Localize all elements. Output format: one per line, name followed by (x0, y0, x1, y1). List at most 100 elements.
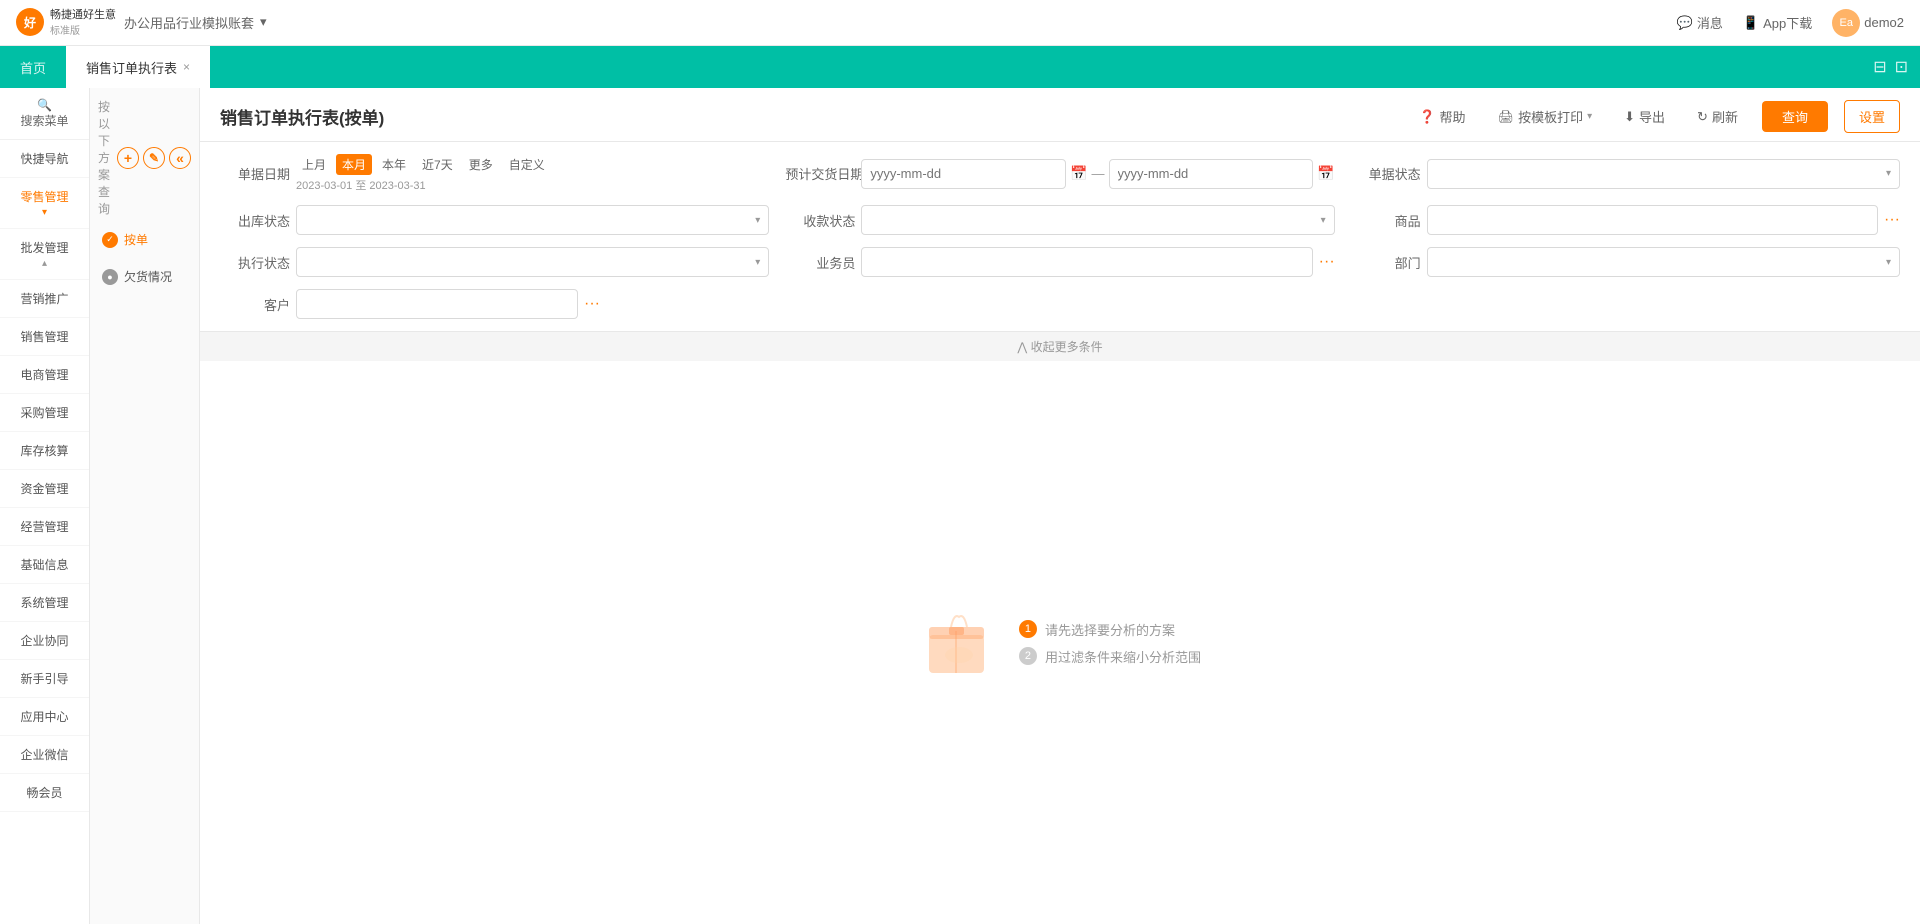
delivery-status-select[interactable]: ▾ (296, 205, 769, 235)
sidebar-item-member[interactable]: 畅会员 (0, 774, 89, 812)
filter-group-customer: 客户 ··· (220, 289, 600, 319)
sidebar-item-sales[interactable]: 销售管理 (0, 318, 89, 356)
tab-home[interactable]: 首页 (0, 46, 66, 88)
sidebar-system-label: 系统管理 (20, 594, 68, 611)
customer-input[interactable] (296, 289, 578, 319)
sidebar-item-app-center[interactable]: 应用中心 (0, 698, 89, 736)
sidebar-operation-label: 经营管理 (20, 518, 68, 535)
help-icon: ❓ (1419, 109, 1435, 125)
sidebar-item-guide[interactable]: 新手引导 (0, 660, 89, 698)
execution-status-label: 执行状态 (220, 253, 290, 272)
top-bar: 好 畅捷通好生意 标准版 办公用品行业模拟账套 ▾ 💬 消息 📱 App下载 E… (0, 0, 1920, 46)
status-select-arrow: ▾ (1886, 168, 1891, 179)
shortcut-custom[interactable]: 自定义 (503, 154, 551, 175)
sidebar-marketing-label: 营销推广 (20, 290, 68, 307)
payment-status-select[interactable]: ▾ (861, 205, 1334, 235)
customer-more-icon[interactable]: ··· (584, 295, 600, 313)
expected-delivery-to[interactable] (1109, 159, 1314, 189)
sidebar-item-wholesale[interactable]: 批发管理 ▴ (0, 229, 89, 280)
tab-minimize-icon[interactable]: ⊟ (1873, 57, 1886, 77)
shortcut-last-7-days[interactable]: 近7天 (416, 154, 459, 175)
collapse-label: 收起更多条件 (1031, 340, 1103, 354)
sidebar-item-enterprise[interactable]: 企业协同 (0, 622, 89, 660)
add-schema-button[interactable]: + (117, 147, 139, 169)
filter-group-payment-status: 收款状态 ▾ (785, 205, 1334, 235)
salesperson-label: 业务员 (785, 253, 855, 272)
edit-schema-button[interactable]: ✎ (143, 147, 165, 169)
sub-sidebar-item-backorder[interactable]: ● 欠货情况 (90, 258, 199, 295)
avatar-initials: Ea (1840, 17, 1853, 29)
sidebar-item-operation[interactable]: 经营管理 (0, 508, 89, 546)
salesperson-input[interactable] (861, 247, 1312, 277)
filter-group-department: 部门 ▾ (1351, 247, 1900, 277)
status-label: 单据状态 (1351, 164, 1421, 183)
hint-text-1: 请先选择要分析的方案 (1045, 620, 1175, 639)
sidebar-item-purchase[interactable]: 采购管理 (0, 394, 89, 432)
sidebar-item-ecommerce[interactable]: 电商管理 (0, 356, 89, 394)
export-button[interactable]: ⬇ 导出 (1616, 103, 1673, 130)
date-range-display: 2023-03-01 至 2023-03-31 (296, 177, 769, 193)
status-select[interactable]: ▾ (1427, 159, 1900, 189)
app-title-bar[interactable]: 办公用品行业模拟账套 ▾ (124, 13, 267, 32)
settings-button[interactable]: 设置 (1844, 100, 1900, 133)
sub-sidebar-item-by-order[interactable]: ✓ 按单 (90, 221, 199, 258)
shortcut-more[interactable]: 更多 (463, 154, 499, 175)
logo-text-area: 畅捷通好生意 标准版 (50, 8, 116, 37)
date-shortcuts: 上月 本月 本年 近7天 更多 自定义 (296, 154, 769, 175)
user-area[interactable]: Ea demo2 (1832, 9, 1904, 37)
tab-close-icon[interactable]: × (183, 60, 190, 74)
app-download-button[interactable]: 📱 App下载 (1743, 13, 1812, 32)
sidebar-app-center-label: 应用中心 (20, 708, 68, 725)
page-actions: ❓ 帮助 🖨 按模板打印 ▾ ⬇ 导出 ↻ 刷新 查询 设置 (1411, 100, 1900, 133)
execution-status-select[interactable]: ▾ (296, 247, 769, 277)
print-label: 按模板打印 (1518, 107, 1583, 126)
filter-area: 单据日期 上月 本月 本年 近7天 更多 自定义 2023-03-01 至 20… (200, 142, 1920, 331)
sidebar-item-inventory[interactable]: 库存核算 (0, 432, 89, 470)
sidebar-wechat-label: 企业微信 (20, 746, 68, 763)
refresh-button[interactable]: ↻ 刷新 (1689, 103, 1746, 130)
salesperson-more-icon[interactable]: ··· (1319, 253, 1335, 271)
filter-group-goods: 商品 ··· (1351, 205, 1900, 235)
help-button[interactable]: ❓ 帮助 (1411, 103, 1473, 130)
user-name: demo2 (1864, 15, 1904, 30)
sidebar-item-system[interactable]: 系统管理 (0, 584, 89, 622)
calendar-icon-from[interactable]: 📅 (1070, 165, 1087, 182)
collapse-icon: ⋀ (1017, 340, 1030, 354)
shortcut-this-month[interactable]: 本月 (336, 154, 372, 175)
calendar-icon-to[interactable]: 📅 (1317, 165, 1334, 182)
sidebar-item-finance[interactable]: 资金管理 (0, 470, 89, 508)
query-button[interactable]: 查询 (1762, 101, 1828, 132)
empty-state: 1 请先选择要分析的方案 2 用过滤条件来缩小分析范围 (919, 603, 1201, 683)
refresh-label: 刷新 (1712, 107, 1738, 126)
sidebar-wholesale-arrow: ▴ (42, 258, 47, 269)
print-button[interactable]: 🖨 按模板打印 ▾ (1490, 103, 1601, 130)
sidebar-item-marketing[interactable]: 营销推广 (0, 280, 89, 318)
collapse-schema-button[interactable]: « (169, 147, 191, 169)
goods-input[interactable] (1427, 205, 1878, 235)
shortcut-last-month[interactable]: 上月 (296, 154, 332, 175)
sub-sidebar: 按以下方案查询 + ✎ « ✓ 按单 ● 欠货情况 (90, 88, 200, 924)
filter-group-execution-status: 执行状态 ▾ (220, 247, 769, 277)
expected-delivery-from[interactable] (861, 159, 1066, 189)
goods-label: 商品 (1351, 211, 1421, 230)
sidebar-retail-arrow: ▾ (42, 207, 47, 218)
tab-maximize-icon[interactable]: ⊡ (1895, 57, 1908, 77)
customer-label: 客户 (220, 295, 290, 314)
date-sep: — (1092, 166, 1105, 181)
tab-sales-order[interactable]: 销售订单执行表 × (66, 46, 210, 88)
sidebar-search[interactable]: 🔍 搜索菜单 (0, 88, 89, 140)
refresh-icon: ↻ (1697, 109, 1708, 125)
collapse-bar[interactable]: ⋀ 收起更多条件 (200, 331, 1920, 361)
goods-more-icon[interactable]: ··· (1884, 211, 1900, 229)
sidebar-item-quick-nav[interactable]: 快捷导航 (0, 140, 89, 178)
filter-group-expected-delivery: 预计交货日期 📅 — 📅 (785, 159, 1334, 189)
sidebar-item-wechat[interactable]: 企业微信 (0, 736, 89, 774)
shortcut-this-year[interactable]: 本年 (376, 154, 412, 175)
app-title-arrow: ▾ (260, 14, 267, 30)
empty-hint-2: 2 用过滤条件来缩小分析范围 (1019, 647, 1201, 666)
message-button[interactable]: 💬 消息 (1677, 13, 1723, 32)
department-select[interactable]: ▾ (1427, 247, 1900, 277)
expected-delivery-date-group: 📅 — 📅 (861, 159, 1334, 189)
sidebar-item-retail[interactable]: 零售管理 ▾ (0, 178, 89, 229)
sidebar-item-basic[interactable]: 基础信息 (0, 546, 89, 584)
